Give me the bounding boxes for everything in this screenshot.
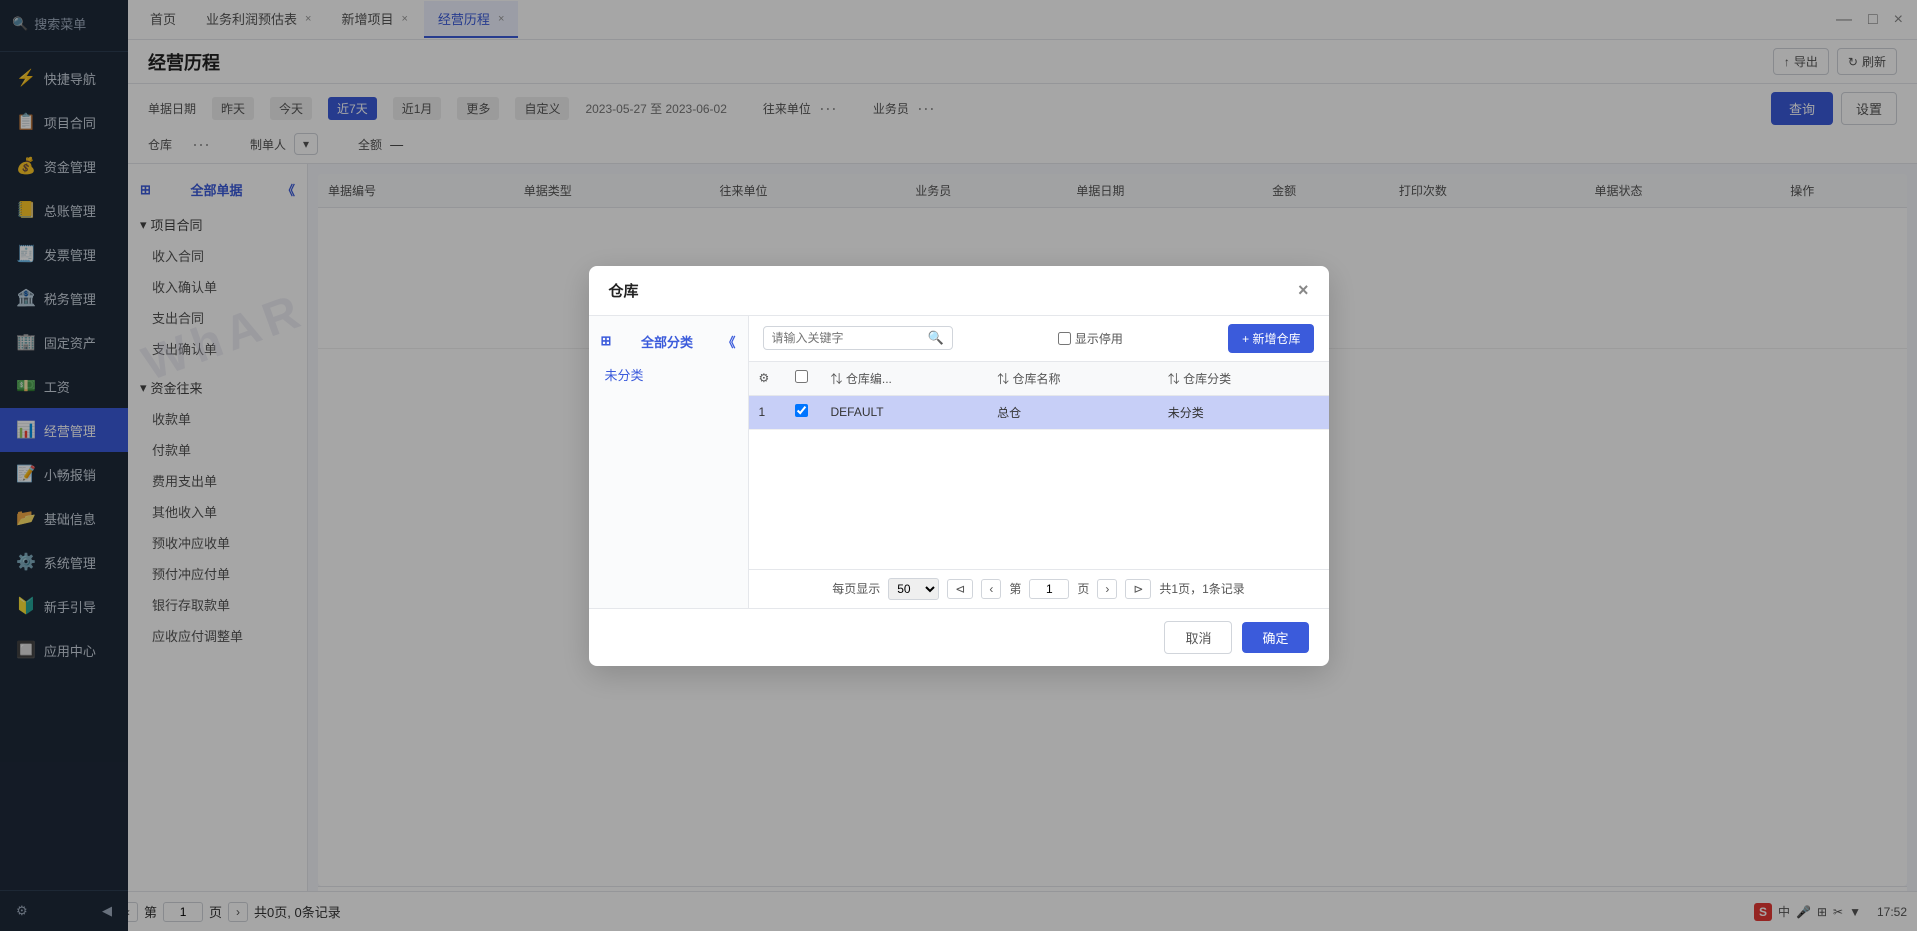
modal-table-wrap: ⚙ ⇅ 仓库编... ⇅ 仓库名称 <box>749 362 1329 569</box>
cancel-button[interactable]: 取消 <box>1164 621 1232 654</box>
add-warehouse-button[interactable]: + 新增仓库 <box>1228 324 1314 353</box>
modal-page-suffix: 页 <box>1077 580 1089 597</box>
modal-per-page-label: 每页显示 <box>832 580 880 597</box>
row-checkbox-cell[interactable] <box>785 395 821 429</box>
modal-next-btn[interactable]: › <box>1097 579 1117 599</box>
disabled-checkbox[interactable] <box>1058 332 1071 345</box>
row-name: 总仓 <box>987 395 1158 429</box>
row-checkbox[interactable] <box>795 404 808 417</box>
row-seq: 1 <box>749 395 785 429</box>
modal-unclassified-item[interactable]: 未分类 <box>589 357 748 392</box>
modal-search-box: 🔍 <box>763 326 953 350</box>
col-checkbox <box>785 362 821 396</box>
modal-unclassified-label: 未分类 <box>605 368 644 383</box>
modal-overlay: 仓库 × ⊞ 全部分类 《 未分类 <box>0 0 1917 931</box>
modal-right-panel: 🔍 显示停用 + 新增仓库 ⚙ <box>749 316 1329 608</box>
modal-title: 仓库 <box>609 280 639 301</box>
modal-footer-bar: 每页显示 50 100 ⊲ ‹ 第 页 › ⊳ 共1页，1条记录 <box>749 569 1329 608</box>
modal-per-page-select[interactable]: 50 100 <box>888 578 939 600</box>
show-disabled-label: 显示停用 <box>1075 330 1123 347</box>
modal-left-header[interactable]: ⊞ 全部分类 《 <box>589 326 748 357</box>
modal-all-label: 全部分类 <box>641 332 693 351</box>
modal-table: ⚙ ⇅ 仓库编... ⇅ 仓库名称 <box>749 362 1329 430</box>
search-icon: 🔍 <box>928 330 944 346</box>
col-code-header: ⇅ 仓库编... <box>821 362 988 396</box>
modal-total-label: 共1页，1条记录 <box>1159 580 1244 597</box>
sort-icon: ⇅ <box>831 372 843 386</box>
confirm-button[interactable]: 确定 <box>1242 622 1308 653</box>
table-row[interactable]: 1 DEFAULT 总仓 未分类 <box>749 395 1329 429</box>
row-category: 未分类 <box>1158 395 1329 429</box>
modal-close-icon[interactable]: × <box>1298 280 1309 301</box>
modal-prev-btn[interactable]: ‹ <box>981 579 1001 599</box>
modal-left-panel: ⊞ 全部分类 《 未分类 <box>589 316 749 608</box>
modal-body: ⊞ 全部分类 《 未分类 🔍 显示停用 <box>589 316 1329 608</box>
warehouse-modal: 仓库 × ⊞ 全部分类 《 未分类 <box>589 266 1329 666</box>
modal-header: 仓库 × <box>589 266 1329 316</box>
sort-icon-2: ⇅ <box>997 372 1009 386</box>
modal-last-btn[interactable]: ⊳ <box>1125 579 1151 599</box>
col-category-header: ⇅ 仓库分类 <box>1158 362 1329 396</box>
row-code: DEFAULT <box>821 395 988 429</box>
col-name-header: ⇅ 仓库名称 <box>987 362 1158 396</box>
modal-page-label: 第 <box>1009 580 1021 597</box>
modal-search-input[interactable] <box>772 331 922 345</box>
modal-page-input[interactable] <box>1029 579 1069 599</box>
modal-table-header: ⚙ ⇅ 仓库编... ⇅ 仓库名称 <box>749 362 1329 396</box>
select-all-checkbox[interactable] <box>795 370 808 383</box>
modal-first-btn[interactable]: ⊲ <box>947 579 973 599</box>
modal-actions: 取消 确定 <box>589 608 1329 666</box>
sort-icon-3: ⇅ <box>1168 372 1180 386</box>
show-disabled-checkbox[interactable]: 显示停用 <box>1058 330 1123 347</box>
modal-collapse-icon[interactable]: 《 <box>722 332 735 351</box>
grid-icon: ⊞ <box>601 333 612 349</box>
modal-toolbar: 🔍 显示停用 + 新增仓库 <box>749 316 1329 362</box>
col-settings-icon[interactable]: ⚙ <box>749 362 785 396</box>
